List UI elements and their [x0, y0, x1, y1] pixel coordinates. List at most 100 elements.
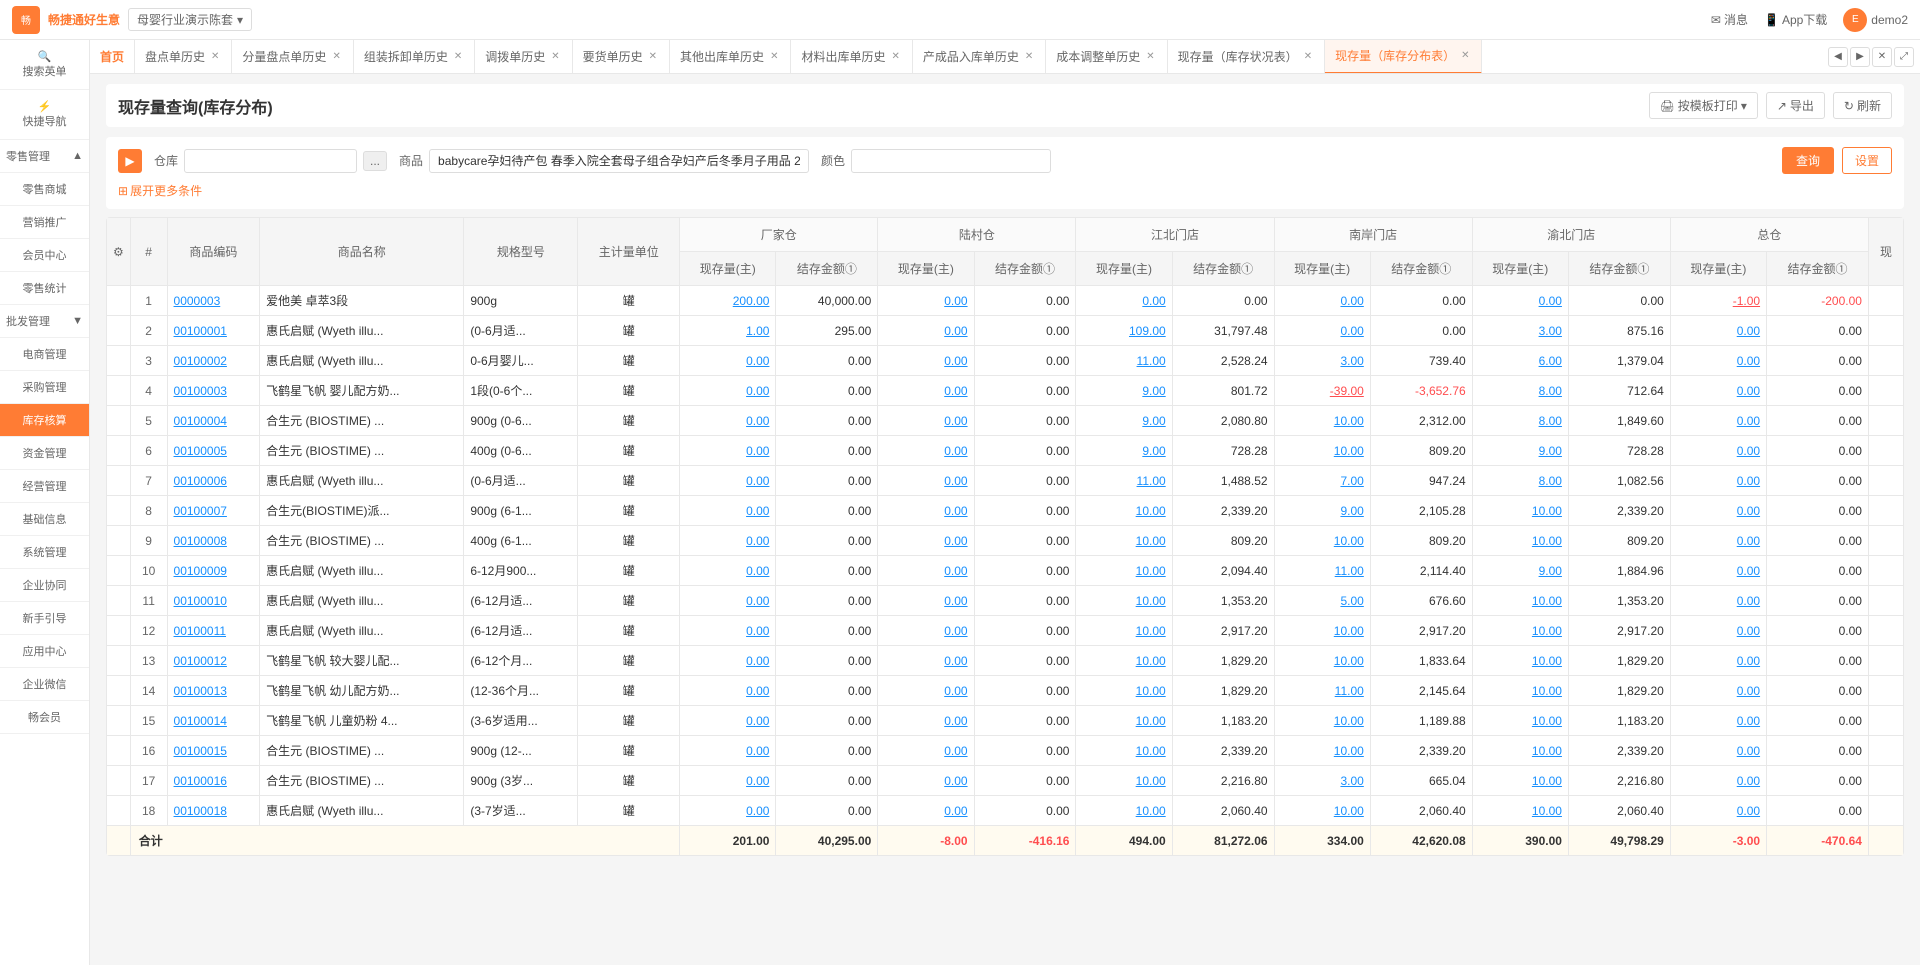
col-changjiaCun-qty-cell[interactable]: 0.00 — [680, 616, 776, 646]
tab-close-icon[interactable]: ✕ — [549, 50, 561, 63]
sidebar-item-member2[interactable]: 畅会员 — [0, 701, 89, 734]
col-jiangbei-qty-cell[interactable]: 10.00 — [1076, 706, 1172, 736]
col-nanan-qty-cell[interactable]: 5.00 — [1274, 586, 1370, 616]
col-zongcang-qty-cell[interactable]: 0.00 — [1670, 466, 1766, 496]
col-zongcang-qty-cell[interactable]: 0.00 — [1670, 556, 1766, 586]
col-code-cell[interactable]: 00100013 — [167, 676, 260, 706]
col-yubei-qty-cell[interactable]: 10.00 — [1472, 676, 1568, 706]
col-code-cell[interactable]: 00100005 — [167, 436, 260, 466]
tab-partial-check[interactable]: 分量盘点单历史 ✕ — [232, 40, 353, 74]
col-code-cell[interactable]: 00100018 — [167, 796, 260, 826]
col-changjiaCun-qty-cell[interactable]: 0.00 — [680, 346, 776, 376]
col-lucun-qty-cell[interactable]: 0.00 — [878, 496, 974, 526]
col-changjiaCun-qty-cell[interactable]: 0.00 — [680, 586, 776, 616]
col-nanan-qty-cell[interactable]: 10.00 — [1274, 796, 1370, 826]
col-nanan-qty-cell[interactable]: -39.00 — [1274, 376, 1370, 406]
col-changjiaCun-qty-cell[interactable]: 0.00 — [680, 646, 776, 676]
export-btn[interactable]: ↗ 导出 — [1766, 92, 1825, 119]
col-jiangbei-qty-cell[interactable]: 10.00 — [1076, 616, 1172, 646]
col-nanan-qty-cell[interactable]: 11.00 — [1274, 676, 1370, 706]
tab-close-icon[interactable]: ✕ — [452, 50, 464, 63]
col-changjiaCun-qty-cell[interactable]: 200.00 — [680, 286, 776, 316]
tab-close-icon[interactable]: ✕ — [1023, 50, 1035, 63]
app-download-btn[interactable]: 📱 App下载 — [1764, 11, 1827, 28]
col-jiangbei-qty-cell[interactable]: 10.00 — [1076, 766, 1172, 796]
tab-transfer[interactable]: 调拨单历史 ✕ — [475, 40, 572, 74]
col-yubei-qty-cell[interactable]: 0.00 — [1472, 286, 1568, 316]
col-yubei-qty-cell[interactable]: 10.00 — [1472, 586, 1568, 616]
col-jiangbei-qty-cell[interactable]: 11.00 — [1076, 346, 1172, 376]
print-btn[interactable]: 🖨 按模板打印 ▾ — [1649, 92, 1758, 119]
tab-close-icon[interactable]: ✕ — [209, 50, 221, 63]
col-jiangbei-qty-cell[interactable]: 10.00 — [1076, 676, 1172, 706]
tab-next-btn[interactable]: ▶ — [1850, 47, 1870, 67]
col-yubei-qty-cell[interactable]: 10.00 — [1472, 736, 1568, 766]
col-jiangbei-qty-cell[interactable]: 9.00 — [1076, 436, 1172, 466]
tab-home[interactable]: 首页 — [90, 40, 135, 74]
col-nanan-qty-cell[interactable]: 3.00 — [1274, 346, 1370, 376]
col-zongcang-qty-cell[interactable]: 0.00 — [1670, 526, 1766, 556]
col-code-cell[interactable]: 00100016 — [167, 766, 260, 796]
tab-close-icon[interactable]: ✕ — [1144, 50, 1156, 63]
tab-close-icon[interactable]: ✕ — [1302, 50, 1314, 63]
sidebar-item-retail-mall[interactable]: 零售商城 — [0, 173, 89, 206]
col-lucun-qty-cell[interactable]: 0.00 — [878, 676, 974, 706]
col-nanan-qty-cell[interactable]: 7.00 — [1274, 466, 1370, 496]
col-code-cell[interactable]: 00100004 — [167, 406, 260, 436]
col-yubei-qty-cell[interactable]: 9.00 — [1472, 436, 1568, 466]
col-lucun-qty-cell[interactable]: 0.00 — [878, 436, 974, 466]
col-nanan-qty-cell[interactable]: 9.00 — [1274, 496, 1370, 526]
setting-btn[interactable]: 设置 — [1842, 147, 1892, 174]
col-yubei-qty-cell[interactable]: 10.00 — [1472, 766, 1568, 796]
col-zongcang-qty-cell[interactable]: 0.00 — [1670, 646, 1766, 676]
tab-inventory-check[interactable]: 盘点单历史 ✕ — [135, 40, 232, 74]
col-lucun-qty-cell[interactable]: 0.00 — [878, 346, 974, 376]
user-menu[interactable]: E demo2 — [1843, 8, 1908, 32]
col-nanan-qty-cell[interactable]: 10.00 — [1274, 736, 1370, 766]
col-lucun-qty-cell[interactable]: 0.00 — [878, 706, 974, 736]
col-changjiaCun-qty-cell[interactable]: 0.00 — [680, 676, 776, 706]
col-jiangbei-qty-cell[interactable]: 9.00 — [1076, 376, 1172, 406]
col-changjiaCun-qty-cell[interactable]: 0.00 — [680, 376, 776, 406]
col-code-cell[interactable]: 00100015 — [167, 736, 260, 766]
warehouse-more-btn[interactable]: ... — [363, 151, 387, 171]
col-yubei-qty-cell[interactable]: 10.00 — [1472, 496, 1568, 526]
col-zongcang-qty-cell[interactable]: 0.00 — [1670, 586, 1766, 616]
col-yubei-qty-cell[interactable]: 10.00 — [1472, 526, 1568, 556]
col-yubei-qty-cell[interactable]: 10.00 — [1472, 646, 1568, 676]
col-zongcang-qty-cell[interactable]: 0.00 — [1670, 706, 1766, 736]
col-lucun-qty-cell[interactable]: 0.00 — [878, 586, 974, 616]
sidebar-item-finance[interactable]: 资金管理 — [0, 437, 89, 470]
sidebar-item-wechat[interactable]: 企业微信 — [0, 668, 89, 701]
col-lucun-qty-cell[interactable]: 0.00 — [878, 376, 974, 406]
sidebar-item-inventory[interactable]: 库存核算 — [0, 404, 89, 437]
col-changjiaCun-qty-cell[interactable]: 0.00 — [680, 436, 776, 466]
sidebar-item-guide[interactable]: 新手引导 — [0, 602, 89, 635]
col-code-cell[interactable]: 00100006 — [167, 466, 260, 496]
col-zongcang-qty-cell[interactable]: 0.00 — [1670, 346, 1766, 376]
search-btn[interactable]: 查询 — [1782, 147, 1834, 174]
col-code-cell[interactable]: 00100010 — [167, 586, 260, 616]
col-jiangbei-qty-cell[interactable]: 10.00 — [1076, 646, 1172, 676]
col-jiangbei-qty-cell[interactable]: 10.00 — [1076, 736, 1172, 766]
sidebar-item-retail-manage[interactable]: 零售管理 ▲ — [0, 140, 89, 173]
col-changjiaCun-qty-cell[interactable]: 0.00 — [680, 406, 776, 436]
tab-close-icon[interactable]: ✕ — [1459, 49, 1471, 62]
tab-close-icon[interactable]: ✕ — [889, 50, 901, 63]
col-yubei-qty-cell[interactable]: 10.00 — [1472, 616, 1568, 646]
col-yubei-qty-cell[interactable]: 10.00 — [1472, 796, 1568, 826]
col-zongcang-qty-cell[interactable]: -1.00 — [1670, 286, 1766, 316]
company-dropdown[interactable]: 母婴行业演示陈套 ▾ — [128, 8, 252, 31]
sidebar-item-nav[interactable]: ⚡ 快捷导航 — [0, 90, 89, 140]
message-btn[interactable]: ✉ 消息 — [1711, 11, 1748, 28]
col-code-cell[interactable]: 00100011 — [167, 616, 260, 646]
col-yubei-qty-cell[interactable]: 8.00 — [1472, 466, 1568, 496]
col-zongcang-qty-cell[interactable]: 0.00 — [1670, 406, 1766, 436]
col-yubei-qty-cell[interactable]: 3.00 — [1472, 316, 1568, 346]
sidebar-item-member[interactable]: 会员中心 — [0, 239, 89, 272]
sidebar-item-retail-stats[interactable]: 零售统计 — [0, 272, 89, 305]
col-changjiaCun-qty-cell[interactable]: 0.00 — [680, 556, 776, 586]
color-input[interactable] — [851, 149, 1051, 173]
tab-prev-btn[interactable]: ◀ — [1828, 47, 1848, 67]
col-nanan-qty-cell[interactable]: 10.00 — [1274, 436, 1370, 466]
